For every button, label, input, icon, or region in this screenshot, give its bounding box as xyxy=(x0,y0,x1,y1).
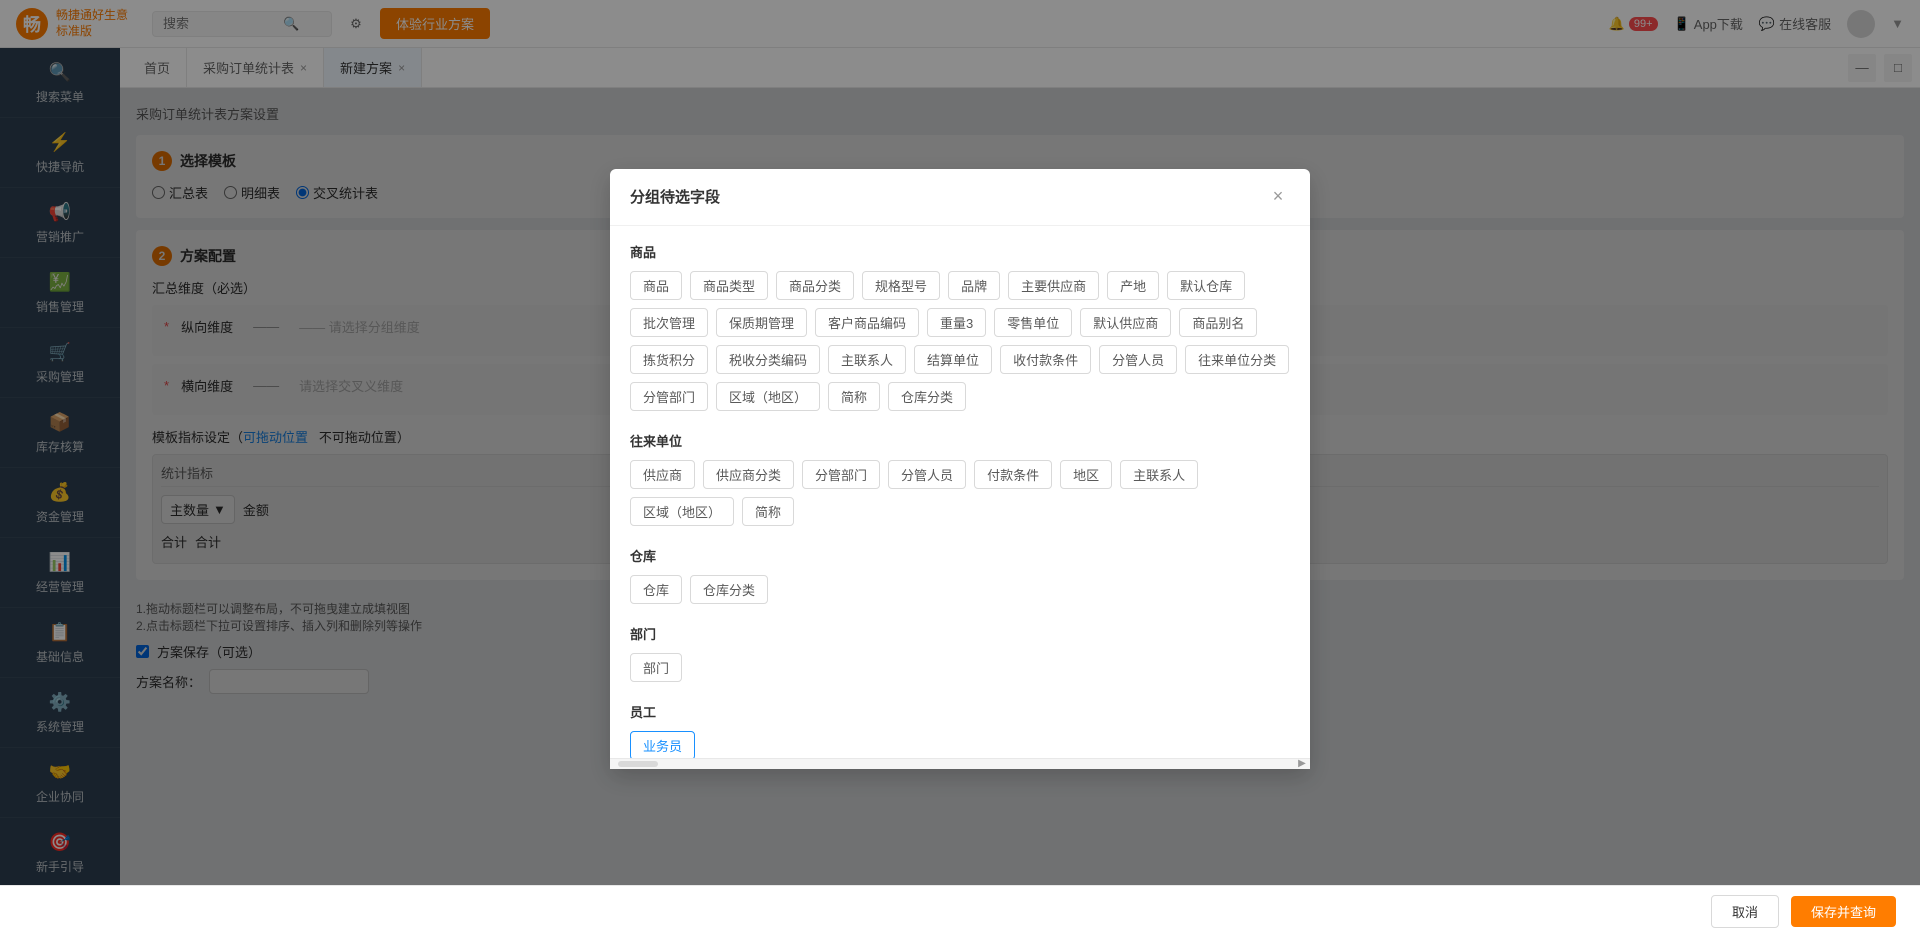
field-tag[interactable]: 税收分类编码 xyxy=(716,345,820,374)
field-tag[interactable]: 重量3 xyxy=(927,308,986,337)
employee-fields: 业务员 xyxy=(630,731,1290,758)
modal-title: 分组待选字段 xyxy=(630,186,720,207)
section-goods-title: 商品 xyxy=(630,242,1290,261)
partners-fields: 供应商 供应商分类 分管部门 分管人员 付款条件 地区 主联系人 区域（地区） … xyxy=(630,460,1290,526)
field-tag[interactable]: 仓库分类 xyxy=(690,575,768,604)
field-tag[interactable]: 主联系人 xyxy=(1120,460,1198,489)
field-tag[interactable]: 品牌 xyxy=(948,271,1000,300)
field-tag[interactable]: 地区 xyxy=(1060,460,1112,489)
section-warehouse: 仓库 仓库 仓库分类 xyxy=(630,546,1290,604)
warehouse-fields: 仓库 仓库分类 xyxy=(630,575,1290,604)
field-tag[interactable]: 批次管理 xyxy=(630,308,708,337)
modal-dialog: 分组待选字段 × 商品 商品 商品类型 商品分类 规格型号 品牌 主要供应商 产… xyxy=(610,169,1310,769)
field-tag[interactable]: 简称 xyxy=(828,382,880,411)
modal-h-scrollbar[interactable]: ▶ xyxy=(610,758,1310,769)
section-partners-title: 往来单位 xyxy=(630,431,1290,450)
field-tag[interactable]: 结算单位 xyxy=(914,345,992,374)
field-tag[interactable]: 商品别名 xyxy=(1179,308,1257,337)
field-tag[interactable]: 规格型号 xyxy=(862,271,940,300)
field-tag[interactable]: 分管部门 xyxy=(802,460,880,489)
field-tag-highlight[interactable]: 业务员 xyxy=(630,731,695,758)
field-tag[interactable]: 产地 xyxy=(1107,271,1159,300)
modal-body: 商品 商品 商品类型 商品分类 规格型号 品牌 主要供应商 产地 默认仓库 批次… xyxy=(610,226,1310,758)
field-tag[interactable]: 拣货积分 xyxy=(630,345,708,374)
field-tag[interactable]: 供应商分类 xyxy=(703,460,794,489)
field-tag[interactable]: 默认供应商 xyxy=(1080,308,1171,337)
cancel-button[interactable]: 取消 xyxy=(1711,895,1779,928)
field-tag[interactable]: 分管人员 xyxy=(1099,345,1177,374)
section-employee: 员工 业务员 xyxy=(630,702,1290,758)
field-tag[interactable]: 简称 xyxy=(742,497,794,526)
field-tag[interactable]: 默认仓库 xyxy=(1167,271,1245,300)
section-dept-title: 部门 xyxy=(630,624,1290,643)
modal-header: 分组待选字段 × xyxy=(610,169,1310,226)
field-tag[interactable]: 分管部门 xyxy=(630,382,708,411)
modal-overlay: 分组待选字段 × 商品 商品 商品类型 商品分类 规格型号 品牌 主要供应商 产… xyxy=(0,0,1920,937)
field-tag[interactable]: 保质期管理 xyxy=(716,308,807,337)
field-tag[interactable]: 仓库分类 xyxy=(888,382,966,411)
field-tag[interactable]: 付款条件 xyxy=(974,460,1052,489)
field-tag[interactable]: 商品分类 xyxy=(776,271,854,300)
field-tag[interactable]: 区域（地区） xyxy=(716,382,820,411)
section-goods: 商品 商品 商品类型 商品分类 规格型号 品牌 主要供应商 产地 默认仓库 批次… xyxy=(630,242,1290,411)
field-tag[interactable]: 零售单位 xyxy=(994,308,1072,337)
field-tag[interactable]: 仓库 xyxy=(630,575,682,604)
dept-fields: 部门 xyxy=(630,653,1290,682)
page-footer: 取消 保存并查询 xyxy=(0,885,1920,937)
h-scrollbar-thumb xyxy=(618,761,658,767)
section-dept: 部门 部门 xyxy=(630,624,1290,682)
field-tag[interactable]: 客户商品编码 xyxy=(815,308,919,337)
section-employee-title: 员工 xyxy=(630,702,1290,721)
field-tag[interactable]: 主联系人 xyxy=(828,345,906,374)
field-tag[interactable]: 收付款条件 xyxy=(1000,345,1091,374)
section-warehouse-title: 仓库 xyxy=(630,546,1290,565)
field-tag[interactable]: 商品 xyxy=(630,271,682,300)
field-tag[interactable]: 商品类型 xyxy=(690,271,768,300)
field-tag[interactable]: 部门 xyxy=(630,653,682,682)
field-tag[interactable]: 区域（地区） xyxy=(630,497,734,526)
field-tag[interactable]: 分管人员 xyxy=(888,460,966,489)
field-tag[interactable]: 往来单位分类 xyxy=(1185,345,1289,374)
modal-close-btn[interactable]: × xyxy=(1266,185,1290,209)
goods-fields: 商品 商品类型 商品分类 规格型号 品牌 主要供应商 产地 默认仓库 批次管理 … xyxy=(630,271,1290,411)
field-tag[interactable]: 主要供应商 xyxy=(1008,271,1099,300)
scroll-right-arrow[interactable]: ▶ xyxy=(1298,760,1306,768)
save-query-button[interactable]: 保存并查询 xyxy=(1791,896,1896,927)
section-partners: 往来单位 供应商 供应商分类 分管部门 分管人员 付款条件 地区 主联系人 区域… xyxy=(630,431,1290,526)
field-tag[interactable]: 供应商 xyxy=(630,460,695,489)
